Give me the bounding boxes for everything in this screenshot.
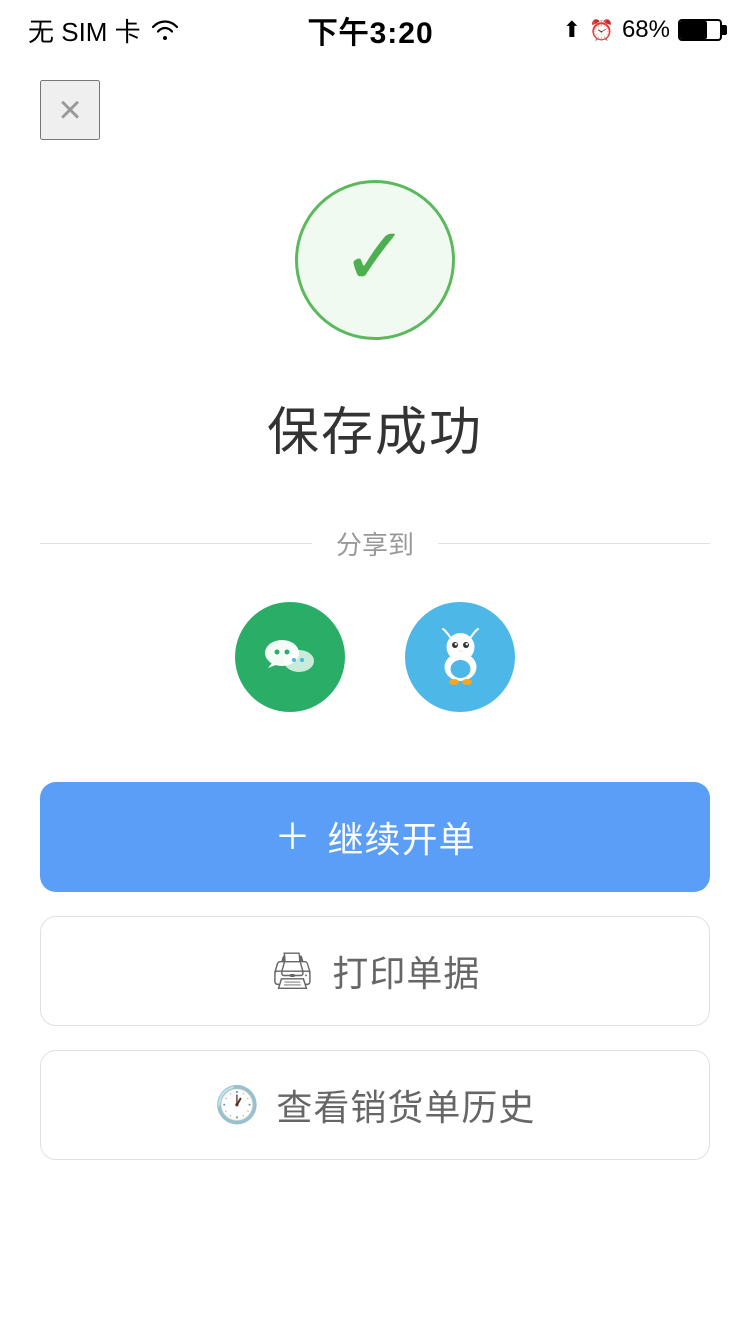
- battery-icon: [678, 19, 722, 41]
- history-button[interactable]: 🕐 查看销货单历史: [40, 1050, 710, 1160]
- checkmark-icon: ✓: [341, 217, 408, 297]
- history-icon: 🕐: [215, 1087, 261, 1123]
- continue-label: 继续开单: [328, 811, 476, 863]
- success-circle: ✓: [295, 180, 455, 340]
- main-content: × ✓ 保存成功 分享到: [0, 60, 750, 1220]
- battery-percent: 68%: [622, 16, 670, 44]
- status-carrier: 无 SIM 卡: [28, 12, 179, 49]
- share-icons-container: [235, 602, 515, 712]
- qq-share-button[interactable]: [405, 602, 515, 712]
- status-right: ⬆ ⏰ 68%: [563, 16, 722, 44]
- wechat-share-button[interactable]: [235, 602, 345, 712]
- share-label: 分享到: [312, 525, 438, 562]
- divider-line-left: [40, 543, 312, 544]
- print-label: 打印单据: [332, 945, 480, 997]
- wifi-icon: [151, 20, 179, 40]
- location-icon: ⬆: [563, 17, 581, 43]
- wechat-icon: [258, 625, 323, 690]
- success-title: 保存成功: [267, 390, 483, 465]
- carrier-text: 无 SIM 卡: [28, 12, 141, 49]
- action-buttons: ＋ 继续开单 🖨 打印单据 🕐 查看销货单历史: [40, 782, 710, 1160]
- qq-icon: [428, 625, 493, 690]
- print-icon: 🖨: [270, 953, 317, 989]
- status-bar: 无 SIM 卡 下午3:20 ⬆ ⏰ 68%: [0, 0, 750, 60]
- history-label: 查看销货单历史: [276, 1079, 535, 1131]
- share-divider: 分享到: [40, 525, 710, 562]
- alarm-icon: ⏰: [589, 18, 614, 43]
- divider-line-right: [438, 543, 710, 544]
- print-button[interactable]: 🖨 打印单据: [40, 916, 710, 1026]
- continue-button[interactable]: ＋ 继续开单: [40, 782, 710, 892]
- status-time: 下午3:20: [308, 8, 434, 52]
- close-icon: ×: [58, 90, 81, 130]
- plus-icon: ＋: [274, 819, 311, 855]
- close-button[interactable]: ×: [40, 80, 100, 140]
